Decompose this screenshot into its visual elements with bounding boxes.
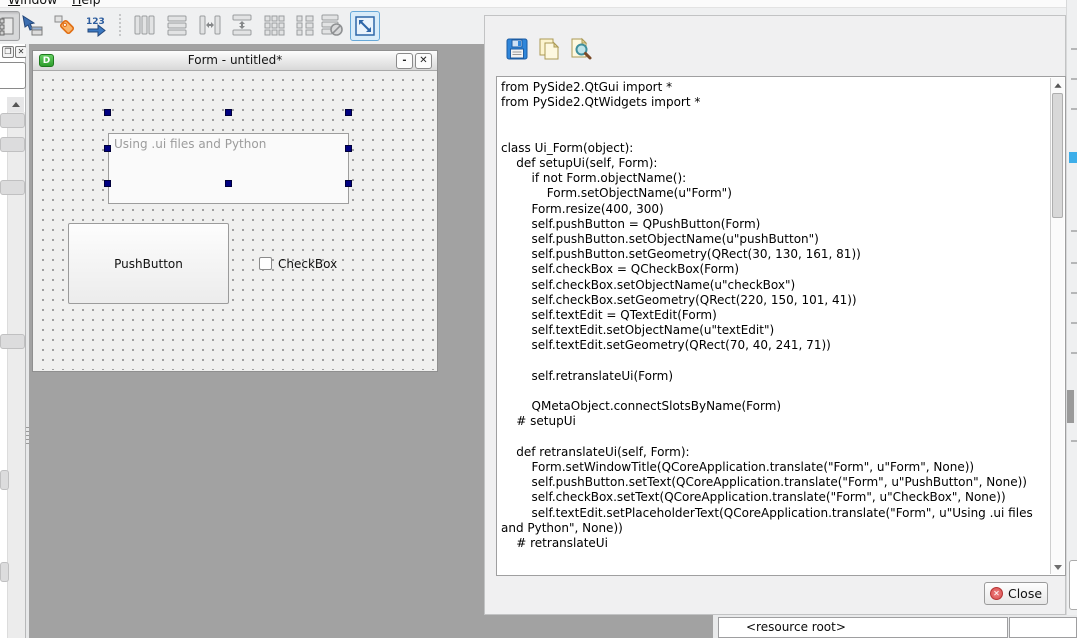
layout-grid-button[interactable] <box>260 11 288 39</box>
save-button[interactable] <box>504 36 530 62</box>
selection-handle[interactable] <box>104 180 111 187</box>
selection-handle[interactable] <box>104 109 111 116</box>
form-window-titlebar: D Form - untitled* - ✕ <box>33 51 437 71</box>
form-close-button[interactable]: ✕ <box>415 53 432 69</box>
scroll-down-arrow[interactable] <box>1051 560 1064 574</box>
resource-tree[interactable]: <resource root> <box>718 617 1008 638</box>
edit-tab-order-icon: 123 <box>84 13 108 37</box>
selection-handle[interactable] <box>104 145 111 152</box>
resource-list[interactable] <box>1009 617 1077 638</box>
grid-layout-icon <box>262 13 286 37</box>
edit-buddies-button[interactable] <box>50 11 78 39</box>
row-fragment <box>1071 108 1077 110</box>
scroll-up-arrow[interactable] <box>1051 78 1064 92</box>
selection-handle[interactable] <box>345 109 352 116</box>
row-fragment <box>1071 78 1077 80</box>
widget-box-panel: ❐ ✕ <box>0 44 26 638</box>
checkbox-box[interactable] <box>259 257 272 270</box>
find-icon <box>568 36 594 62</box>
textedit-widget[interactable]: Using .ui files and Python <box>108 133 349 204</box>
scrollbar-fragment <box>1067 390 1074 423</box>
break-layout-icon <box>320 13 344 37</box>
edit-widgets-icon <box>0 14 17 38</box>
scrollbar-thumb[interactable] <box>1052 93 1063 218</box>
python-code-text: from PySide2.QtGui import * from PySide2… <box>497 77 1065 551</box>
adjust-size-button[interactable] <box>350 11 380 41</box>
layout-form-button[interactable] <box>291 11 319 39</box>
panel-box-fragment <box>1069 560 1077 610</box>
edit-signals-slots-icon <box>20 13 44 37</box>
save-icon <box>504 36 530 62</box>
selection-handle[interactable] <box>345 180 352 187</box>
close-button-label: Close <box>1008 586 1042 601</box>
layout-horizontal-icon <box>132 13 156 37</box>
form-layout-icon <box>293 13 317 37</box>
break-layout-button[interactable] <box>318 11 346 39</box>
layout-vertical-splitter-button[interactable] <box>228 11 256 39</box>
row-fragment <box>1071 230 1077 232</box>
menu-help[interactable]: Help <box>72 0 101 7</box>
svg-text:123: 123 <box>86 17 105 27</box>
close-red-icon: ✕ <box>990 587 1003 600</box>
resource-browser: <resource root> <box>713 615 1077 638</box>
widget-category-row[interactable] <box>0 137 25 152</box>
property-editor-strip <box>1066 0 1077 638</box>
widget-category-row[interactable] <box>0 470 9 490</box>
layout-horizontally-button[interactable] <box>130 11 158 39</box>
layout-horizontal-splitter-button[interactable] <box>196 11 224 39</box>
horizontal-splitter-icon <box>198 13 222 37</box>
up-arrow-icon <box>1054 83 1061 88</box>
widget-category-row[interactable] <box>0 113 25 128</box>
form-editor-window: D Form - untitled* - ✕ Using .ui files a… <box>32 50 438 372</box>
toolbar-separator <box>119 14 121 36</box>
edit-buddies-icon <box>52 13 76 37</box>
row-fragment <box>1071 262 1077 264</box>
widget-filter-input[interactable] <box>0 62 26 89</box>
copy-button[interactable] <box>536 36 562 62</box>
selection-handle[interactable] <box>345 145 352 152</box>
form-window-title: Form - untitled* <box>33 53 437 67</box>
close-button[interactable]: ✕ Close <box>984 582 1048 605</box>
down-arrow-icon <box>1054 565 1062 570</box>
vertical-splitter-icon <box>230 13 254 37</box>
menu-window[interactable]: Window <box>8 0 57 7</box>
layout-vertical-icon <box>165 13 189 37</box>
menu-bar: Window Help <box>0 0 1077 8</box>
row-fragment <box>1071 440 1077 442</box>
edit-tab-order-button[interactable]: 123 <box>82 11 110 39</box>
selection-handle[interactable] <box>225 109 232 116</box>
widget-category-row[interactable] <box>0 562 9 582</box>
panel-scroll-up-button[interactable] <box>7 97 24 112</box>
up-arrow-icon <box>12 102 20 107</box>
row-fragment <box>1071 48 1077 50</box>
edit-signals-slots-button[interactable] <box>18 11 46 39</box>
selection-handle[interactable] <box>225 180 232 187</box>
edit-widgets-button[interactable] <box>0 11 20 41</box>
layout-vertically-button[interactable] <box>163 11 191 39</box>
row-fragment <box>1071 322 1077 324</box>
textedit-placeholder: Using .ui files and Python <box>114 137 266 151</box>
find-button[interactable] <box>568 36 594 62</box>
row-fragment <box>1071 292 1077 294</box>
code-scrollbar[interactable] <box>1050 78 1064 574</box>
row-fragment <box>1071 352 1077 354</box>
form-minimize-button[interactable]: - <box>396 53 413 69</box>
form-canvas[interactable]: Using .ui files and Python PushButton Ch… <box>34 71 436 370</box>
selected-row-fragment <box>1069 152 1077 163</box>
widget-category-row[interactable] <box>0 334 25 349</box>
panel-restore-button[interactable]: ❐ <box>2 46 14 58</box>
copy-icon <box>536 36 562 62</box>
code-preview-dialog: from PySide2.QtGui import * from PySide2… <box>484 15 1066 615</box>
adjust-size-icon <box>353 14 377 38</box>
resource-root-item[interactable]: <resource root> <box>719 618 1007 634</box>
checkbox-label: CheckBox <box>278 257 337 271</box>
generated-code-view[interactable]: from PySide2.QtGui import * from PySide2… <box>496 76 1066 576</box>
qt-designer-screen: Window Help <box>0 0 1077 638</box>
pushbutton-widget[interactable]: PushButton <box>68 223 229 304</box>
widget-category-row[interactable] <box>0 180 25 195</box>
checkbox-widget[interactable]: CheckBox <box>258 243 359 284</box>
